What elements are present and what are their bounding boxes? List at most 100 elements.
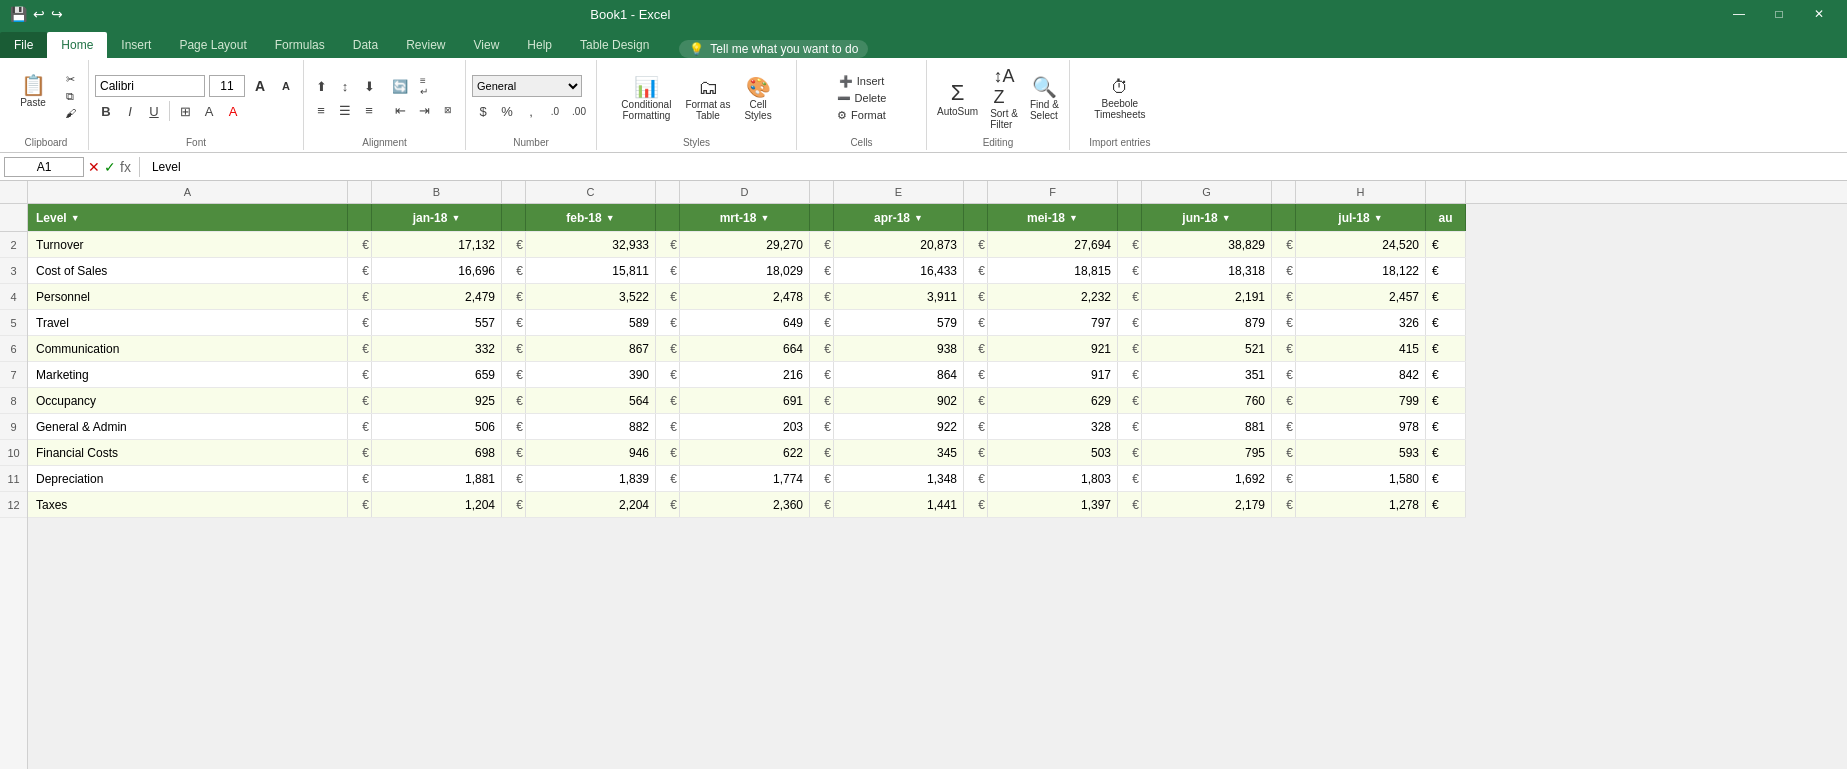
cell-e-6[interactable]: 938 (834, 336, 964, 361)
font-size-input[interactable] (209, 75, 245, 97)
copy-button[interactable]: ⧉ (58, 89, 82, 104)
merge-center-button[interactable]: ⊠ (437, 100, 459, 120)
col-header-h[interactable]: H (1296, 181, 1426, 203)
cell-f-10[interactable]: 503 (988, 440, 1118, 465)
text-angle-button[interactable]: 🔄 (389, 76, 411, 96)
cell-h-8[interactable]: 799 (1296, 388, 1426, 413)
align-left-button[interactable]: ≡ (310, 100, 332, 120)
cell-f-8[interactable]: 629 (988, 388, 1118, 413)
cell-h-4[interactable]: 2,457 (1296, 284, 1426, 309)
align-top-button[interactable]: ⬆ (310, 76, 332, 96)
cell-d-9[interactable]: 203 (680, 414, 810, 439)
filter-arrow-f[interactable]: ▼ (1069, 213, 1078, 223)
cell-h-10[interactable]: 593 (1296, 440, 1426, 465)
close-button[interactable]: ✕ (1799, 0, 1839, 28)
align-right-button[interactable]: ≡ (358, 100, 380, 120)
cell-e-12[interactable]: 1,441 (834, 492, 964, 517)
undo-icon[interactable]: ↩ (31, 4, 47, 24)
col-header-g[interactable]: G (1142, 181, 1272, 203)
cell-f-7[interactable]: 917 (988, 362, 1118, 387)
cell-c-11[interactable]: 1,839 (526, 466, 656, 491)
cell-c-10[interactable]: 946 (526, 440, 656, 465)
comma-button[interactable]: , (520, 102, 542, 122)
cell-e-10[interactable]: 345 (834, 440, 964, 465)
cell-c-8[interactable]: 564 (526, 388, 656, 413)
cell-b-2[interactable]: 17,132 (372, 232, 502, 257)
cell-e-11[interactable]: 1,348 (834, 466, 964, 491)
cell-c-5[interactable]: 589 (526, 310, 656, 335)
filter-arrow-d[interactable]: ▼ (760, 213, 769, 223)
cell-e-3[interactable]: 16,433 (834, 258, 964, 283)
cut-button[interactable]: ✂ (58, 72, 82, 87)
cell-f-3[interactable]: 18,815 (988, 258, 1118, 283)
cell-c-2[interactable]: 32,933 (526, 232, 656, 257)
conditional-formatting-button[interactable]: 📊 ConditionalFormatting (617, 69, 675, 127)
cell-label-11[interactable]: Depreciation (28, 466, 348, 491)
cell-c-3[interactable]: 15,811 (526, 258, 656, 283)
tab-home[interactable]: Home (47, 32, 107, 58)
delete-button[interactable]: ➖ Delete (822, 91, 902, 106)
cell-d-8[interactable]: 691 (680, 388, 810, 413)
border-button[interactable]: ⊞ (174, 101, 196, 121)
cell-g-10[interactable]: 795 (1142, 440, 1272, 465)
format-as-table-button[interactable]: 🗂 Format asTable (681, 69, 734, 127)
cell-label-12[interactable]: Taxes (28, 492, 348, 517)
increase-decimal-button[interactable]: .00 (568, 102, 590, 122)
cell-e-2[interactable]: 20,873 (834, 232, 964, 257)
cell-e-5[interactable]: 579 (834, 310, 964, 335)
align-middle-button[interactable]: ↕ (334, 76, 356, 96)
cell-g-12[interactable]: 2,179 (1142, 492, 1272, 517)
cell-g-7[interactable]: 351 (1142, 362, 1272, 387)
find-select-button[interactable]: 🔍 Find &Select (1026, 69, 1063, 127)
filter-arrow-a[interactable]: ▼ (71, 213, 80, 223)
format-painter-button[interactable]: 🖌 (58, 106, 82, 120)
tab-review[interactable]: Review (392, 32, 459, 58)
cell-c-9[interactable]: 882 (526, 414, 656, 439)
cell-b-7[interactable]: 659 (372, 362, 502, 387)
filter-arrow-e[interactable]: ▼ (914, 213, 923, 223)
cell-styles-button[interactable]: 🎨 CellStyles (740, 69, 775, 127)
bold-button[interactable]: B (95, 101, 117, 121)
font-name-input[interactable] (95, 75, 205, 97)
cell-f-11[interactable]: 1,803 (988, 466, 1118, 491)
cell-reference-input[interactable] (4, 157, 84, 177)
cell-g-3[interactable]: 18,318 (1142, 258, 1272, 283)
tab-formulas[interactable]: Formulas (261, 32, 339, 58)
italic-button[interactable]: I (119, 101, 141, 121)
cell-f-12[interactable]: 1,397 (988, 492, 1118, 517)
cell-c-6[interactable]: 867 (526, 336, 656, 361)
cell-h-2[interactable]: 24,520 (1296, 232, 1426, 257)
cell-h-5[interactable]: 326 (1296, 310, 1426, 335)
tab-data[interactable]: Data (339, 32, 392, 58)
cell-b1[interactable]: jan-18 ▼ (372, 204, 502, 231)
cell-e-7[interactable]: 864 (834, 362, 964, 387)
cell-a1[interactable]: Level ▼ (28, 204, 348, 231)
insert-button[interactable]: ➕ Insert (822, 74, 902, 89)
tab-view[interactable]: View (460, 32, 514, 58)
cell-g-8[interactable]: 760 (1142, 388, 1272, 413)
cell-b-10[interactable]: 698 (372, 440, 502, 465)
currency-button[interactable]: $ (472, 102, 494, 122)
cell-g-2[interactable]: 38,829 (1142, 232, 1272, 257)
cell-d-12[interactable]: 2,360 (680, 492, 810, 517)
cell-f1[interactable]: mei-18 ▼ (988, 204, 1118, 231)
tab-table-design[interactable]: Table Design (566, 32, 663, 58)
cell-g1[interactable]: jun-18 ▼ (1142, 204, 1272, 231)
cell-b-6[interactable]: 332 (372, 336, 502, 361)
cell-d-5[interactable]: 649 (680, 310, 810, 335)
insert-function-icon[interactable]: fx (120, 159, 131, 175)
cell-label-7[interactable]: Marketing (28, 362, 348, 387)
filter-arrow-b[interactable]: ▼ (451, 213, 460, 223)
tab-insert[interactable]: Insert (107, 32, 165, 58)
cell-h-9[interactable]: 978 (1296, 414, 1426, 439)
cell-g-4[interactable]: 2,191 (1142, 284, 1272, 309)
cell-g-6[interactable]: 521 (1142, 336, 1272, 361)
cell-label-5[interactable]: Travel (28, 310, 348, 335)
confirm-formula-icon[interactable]: ✓ (104, 159, 116, 175)
wrap-text-button[interactable]: ≡↵ (413, 76, 435, 96)
cell-f-6[interactable]: 921 (988, 336, 1118, 361)
cell-h-3[interactable]: 18,122 (1296, 258, 1426, 283)
maximize-button[interactable]: □ (1759, 0, 1799, 28)
cell-label-8[interactable]: Occupancy (28, 388, 348, 413)
cell-e1[interactable]: apr-18 ▼ (834, 204, 964, 231)
